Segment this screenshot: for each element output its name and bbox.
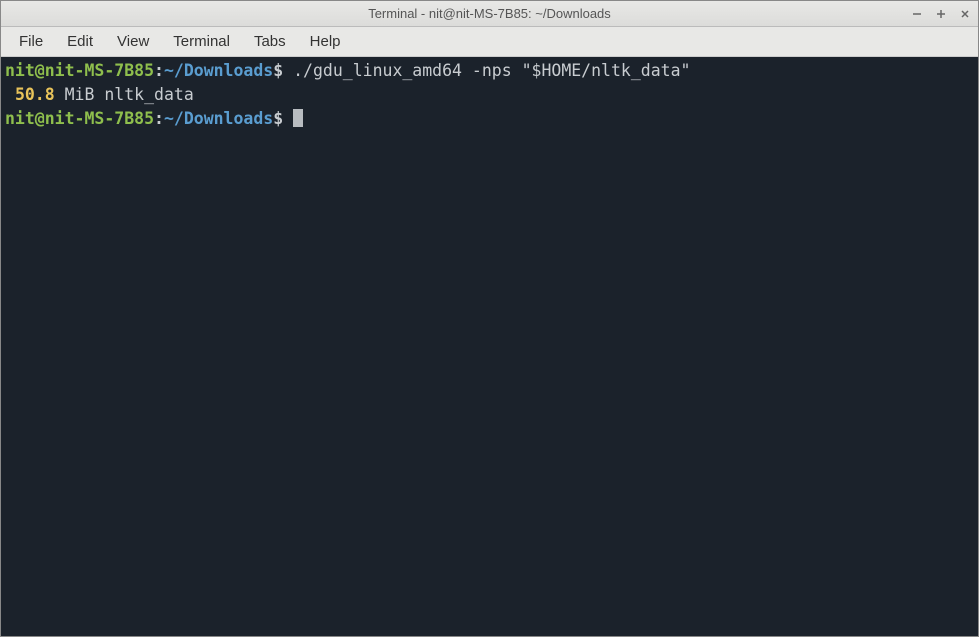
window-controls — [910, 7, 972, 21]
prompt-colon: : — [154, 109, 164, 128]
output-prefix — [5, 85, 15, 104]
minimize-button[interactable] — [910, 7, 924, 21]
titlebar[interactable]: Terminal - nit@nit-MS-7B85: ~/Downloads — [1, 1, 978, 27]
prompt-dollar: $ — [273, 109, 283, 128]
prompt-path: ~/Downloads — [164, 109, 273, 128]
menubar: File Edit View Terminal Tabs Help — [1, 27, 978, 57]
terminal-window: Terminal - nit@nit-MS-7B85: ~/Downloads … — [0, 0, 979, 637]
prompt-userhost: nit@nit-MS-7B85 — [5, 61, 154, 80]
menu-edit[interactable]: Edit — [57, 29, 103, 54]
menu-file[interactable]: File — [9, 29, 53, 54]
window-title: Terminal - nit@nit-MS-7B85: ~/Downloads — [368, 6, 611, 21]
prompt-colon: : — [154, 61, 164, 80]
menu-tabs[interactable]: Tabs — [244, 29, 296, 54]
menu-terminal[interactable]: Terminal — [163, 29, 240, 54]
close-button[interactable] — [958, 7, 972, 21]
menu-help[interactable]: Help — [300, 29, 351, 54]
prompt-dollar: $ — [273, 61, 283, 80]
maximize-button[interactable] — [934, 7, 948, 21]
menu-view[interactable]: View — [107, 29, 159, 54]
command-text: ./gdu_linux_amd64 -nps "$HOME/nltk_data" — [283, 61, 690, 80]
terminal-area[interactable]: nit@nit-MS-7B85:~/Downloads$ ./gdu_linux… — [1, 57, 978, 636]
prompt-userhost: nit@nit-MS-7B85 — [5, 109, 154, 128]
cursor-icon — [293, 109, 303, 127]
prompt-path: ~/Downloads — [164, 61, 273, 80]
output-size: 50.8 — [15, 85, 55, 104]
output-rest: MiB nltk_data — [55, 85, 194, 104]
command-text-2 — [283, 109, 293, 128]
